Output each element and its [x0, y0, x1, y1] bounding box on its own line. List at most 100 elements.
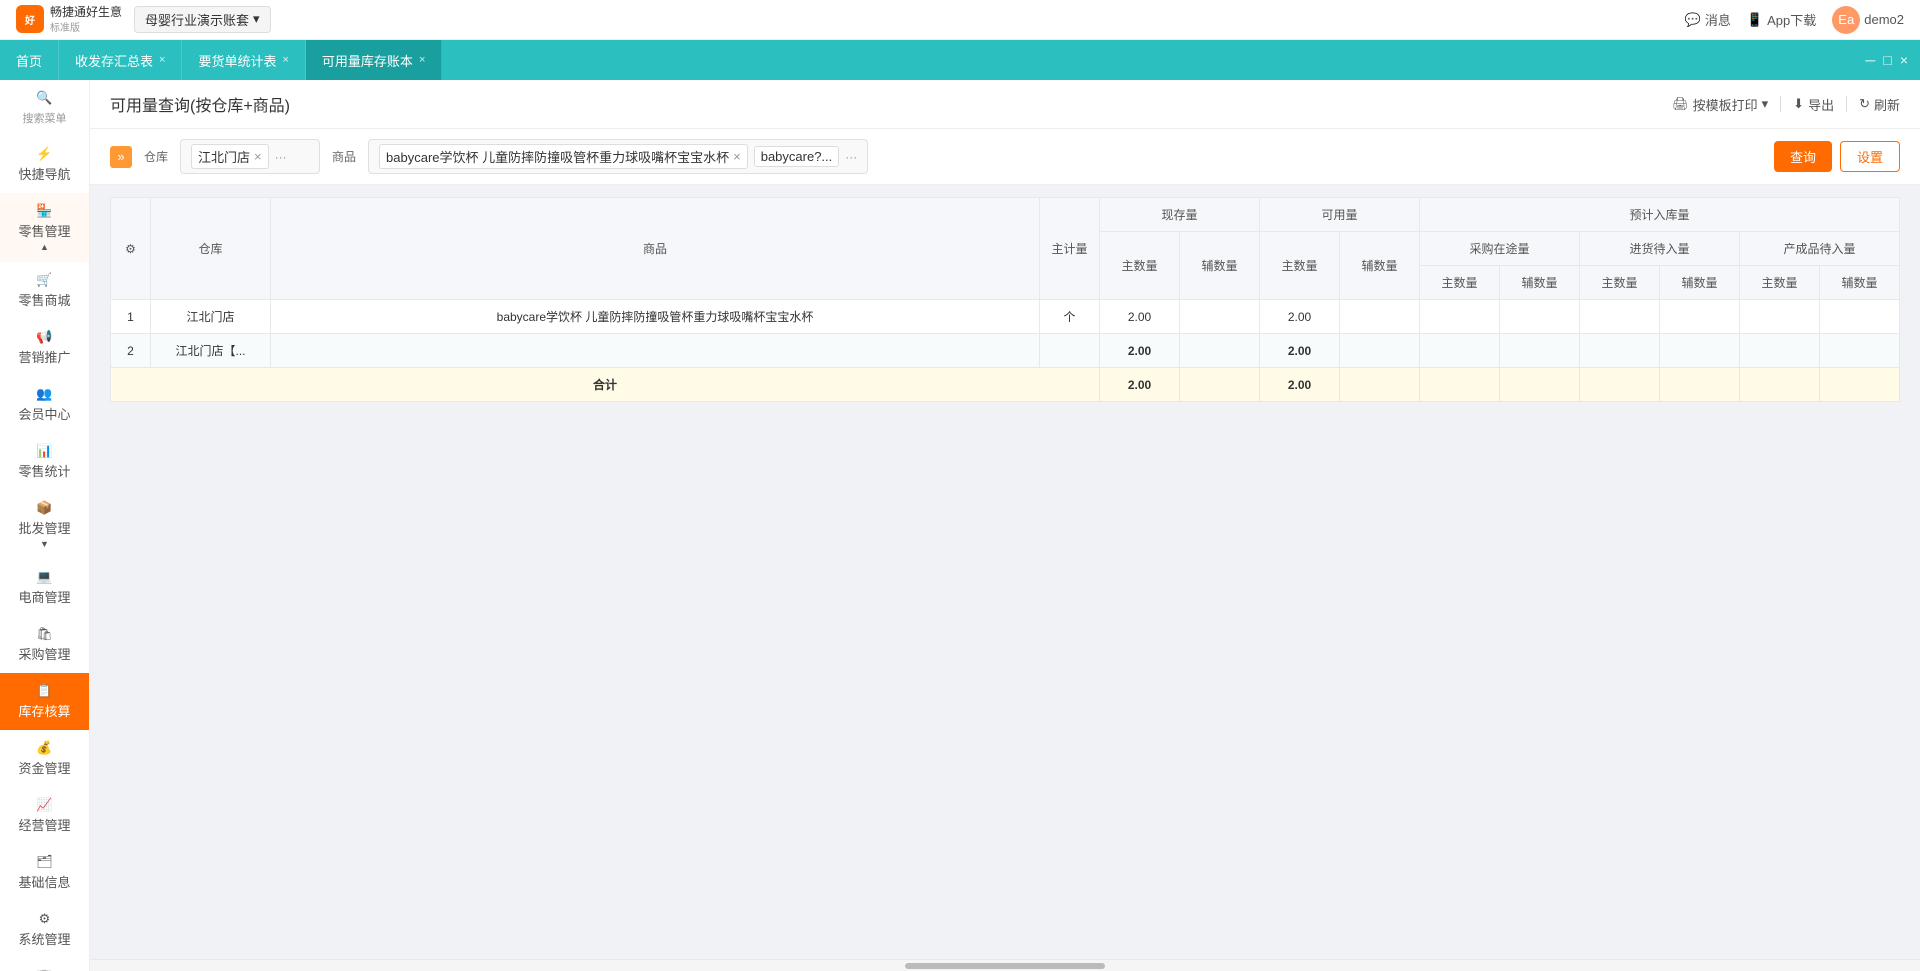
cell-stock-aux-2 — [1180, 334, 1260, 368]
sidebar-item-inventory[interactable]: 📋 库存核算 — [0, 673, 89, 730]
setting-button[interactable]: 设置 — [1840, 141, 1900, 172]
table-container: ⚙ 仓库 商品 主计量 现存量 可用量 预计入库量 主数量 辅数量 主数量 辅数… — [90, 185, 1920, 959]
horizontal-scrollbar[interactable] — [90, 959, 1920, 971]
cell-pro-aux-1 — [1820, 300, 1900, 334]
app-download-button[interactable]: 📱 App下载 — [1747, 10, 1816, 29]
th-incoming-aux: 辅数量 — [1660, 266, 1740, 300]
minimize-button[interactable]: ─ — [1865, 52, 1875, 68]
logo-icon: 好 — [16, 5, 44, 33]
th-incoming: 进货待入量 — [1580, 232, 1740, 266]
purchase-icon: 🛍 — [36, 626, 53, 642]
close-tab-receipts[interactable]: × — [159, 54, 165, 66]
sidebar-item-system[interactable]: ⚙ 系统管理 — [0, 901, 89, 958]
warehouse-tag[interactable]: 江北门店 × — [191, 144, 269, 169]
summary-avail-main: 2.00 — [1260, 368, 1340, 402]
content-area: 可用量查询(按仓库+商品) 🖨 按模板打印 ▾ ⬇ 导出 ↻ 刷新 — [90, 80, 1920, 971]
sidebar: 🔍 搜索菜单 ⚡ 快捷导航 🏪 零售管理 ▲ 🛒 零售商城 📢 营销推广 👥 会… — [0, 80, 90, 971]
query-button[interactable]: 查询 — [1774, 141, 1832, 172]
th-product: 商品 — [271, 198, 1040, 300]
remove-warehouse-tag[interactable]: × — [254, 149, 262, 164]
logo-area: 好 畅捷通好生意 标准版 — [16, 5, 122, 34]
tab-receipts[interactable]: 收发存汇总表 × — [59, 40, 182, 80]
sidebar-item-basic[interactable]: 🗂 基础信息 — [0, 844, 89, 901]
th-available: 可用量 — [1260, 198, 1420, 232]
cell-pur-aux-2 — [1500, 334, 1580, 368]
cell-pur-main-2 — [1420, 334, 1500, 368]
top-bar-left: 好 畅捷通好生意 标准版 母婴行业演示账套 ▾ — [16, 5, 271, 34]
sidebar-item-retail-stats[interactable]: 📊 零售统计 — [0, 433, 89, 490]
product-tag2[interactable]: babycare?... — [754, 146, 840, 167]
page-actions: 🖨 按模板打印 ▾ ⬇ 导出 ↻ 刷新 — [1672, 95, 1900, 114]
maximize-button[interactable]: □ — [1883, 52, 1891, 68]
sidebar-search[interactable]: 🔍 搜索菜单 — [0, 80, 89, 136]
tab-available[interactable]: 可用量库存账本 × — [306, 40, 442, 80]
sidebar-item-operations[interactable]: 📈 经营管理 — [0, 787, 89, 844]
product-tag1[interactable]: babycare学饮杯 儿童防摔防撞吸管杯重力球吸嘴杯宝宝水杯 × — [379, 144, 748, 169]
th-purchase-main: 主数量 — [1420, 266, 1500, 300]
remove-product-tag1[interactable]: × — [733, 149, 741, 164]
close-tab-available[interactable]: × — [419, 54, 425, 66]
divider1 — [1780, 96, 1781, 112]
cell-serial-1: 1 — [111, 300, 151, 334]
sidebar-item-retail-mall[interactable]: 🛒 零售商城 — [0, 262, 89, 319]
cell-pro-main-1 — [1740, 300, 1820, 334]
th-forecast: 预计入库量 — [1420, 198, 1900, 232]
warehouse-filter[interactable]: 江北门店 × ··· — [180, 139, 320, 174]
table-row: 1 江北门店 babycare学饮杯 儿童防摔防撞吸管杯重力球吸嘴杯宝宝水杯 个… — [111, 300, 1900, 334]
close-window-button[interactable]: × — [1900, 52, 1908, 68]
sidebar-item-marketing[interactable]: 📢 营销推广 — [0, 319, 89, 376]
cell-inc-aux-1 — [1660, 300, 1740, 334]
cell-serial-2: 2 — [111, 334, 151, 368]
cell-avail-main-1: 2.00 — [1260, 300, 1340, 334]
refresh-button[interactable]: ↻ 刷新 — [1859, 95, 1900, 114]
cell-warehouse-2: 江北门店【... — [151, 334, 271, 368]
avatar: Ea — [1832, 6, 1860, 34]
sidebar-item-wholesale[interactable]: 📦 批发管理 ▼ — [0, 490, 89, 559]
sidebar-item-finance[interactable]: 💰 资金管理 — [0, 730, 89, 787]
page-title: 可用量查询(按仓库+商品) — [110, 92, 290, 116]
sidebar-item-purchase[interactable]: 🛍 采购管理 — [0, 616, 89, 673]
nav-tab-actions: ─ □ × — [1853, 40, 1920, 80]
product-filter[interactable]: babycare学饮杯 儿童防摔防撞吸管杯重力球吸嘴杯宝宝水杯 × babyca… — [368, 139, 868, 174]
cell-pro-aux-2 — [1820, 334, 1900, 368]
warehouse-more: ··· — [275, 150, 287, 164]
marketing-icon: 📢 — [36, 329, 52, 345]
filter-toggle-button[interactable]: » — [110, 146, 132, 168]
org-selector[interactable]: 母婴行业演示账套 ▾ — [134, 6, 271, 33]
sidebar-item-enterprise[interactable]: 🏢 企业协同 — [0, 958, 89, 971]
export-button[interactable]: ⬇ 导出 — [1793, 95, 1834, 114]
summary-inc-main — [1580, 368, 1660, 402]
tab-purchase[interactable]: 要货单统计表 × — [182, 40, 305, 80]
th-production-aux: 辅数量 — [1820, 266, 1900, 300]
th-production: 产成品待入量 — [1740, 232, 1900, 266]
main-layout: 🔍 搜索菜单 ⚡ 快捷导航 🏪 零售管理 ▲ 🛒 零售商城 📢 营销推广 👥 会… — [0, 80, 1920, 971]
chevron-icon: ▲ — [40, 242, 49, 252]
cell-warehouse-1: 江北门店 — [151, 300, 271, 334]
printer-icon: 🖨 — [1672, 96, 1689, 112]
template-print-button[interactable]: 🖨 按模板打印 ▾ — [1672, 95, 1768, 114]
chevron-down-icon2: ▼ — [40, 539, 49, 549]
ecommerce-icon: 💻 — [36, 569, 52, 585]
scrollbar-thumb[interactable] — [905, 963, 1105, 969]
close-tab-purchase[interactable]: × — [282, 54, 288, 66]
th-purchase-onway: 采购在途量 — [1420, 232, 1580, 266]
summary-avail-aux — [1340, 368, 1420, 402]
summary-pur-aux — [1500, 368, 1580, 402]
wholesale-icon: 📦 — [36, 500, 52, 516]
cell-unit-1: 个 — [1040, 300, 1100, 334]
cell-inc-aux-2 — [1660, 334, 1740, 368]
summary-row: 合计 2.00 2.00 — [111, 368, 1900, 402]
member-icon: 👥 — [36, 386, 52, 402]
nav-tabs: 首页 收发存汇总表 × 要货单统计表 × 可用量库存账本 × ─ □ × — [0, 40, 1920, 80]
message-button[interactable]: 💬 消息 — [1685, 10, 1731, 29]
search-icon: 🔍 — [36, 90, 52, 106]
th-gear[interactable]: ⚙ — [111, 198, 151, 300]
sidebar-item-member[interactable]: 👥 会员中心 — [0, 376, 89, 433]
mall-icon: 🛒 — [36, 272, 52, 288]
sidebar-item-ecommerce[interactable]: 💻 电商管理 — [0, 559, 89, 616]
sidebar-item-quicknav[interactable]: ⚡ 快捷导航 — [0, 136, 89, 193]
user-avatar[interactable]: Ea demo2 — [1832, 6, 1904, 34]
cell-inc-main-2 — [1580, 334, 1660, 368]
sidebar-item-retail-mgmt[interactable]: 🏪 零售管理 ▲ — [0, 193, 89, 262]
tab-home[interactable]: 首页 — [0, 40, 59, 80]
